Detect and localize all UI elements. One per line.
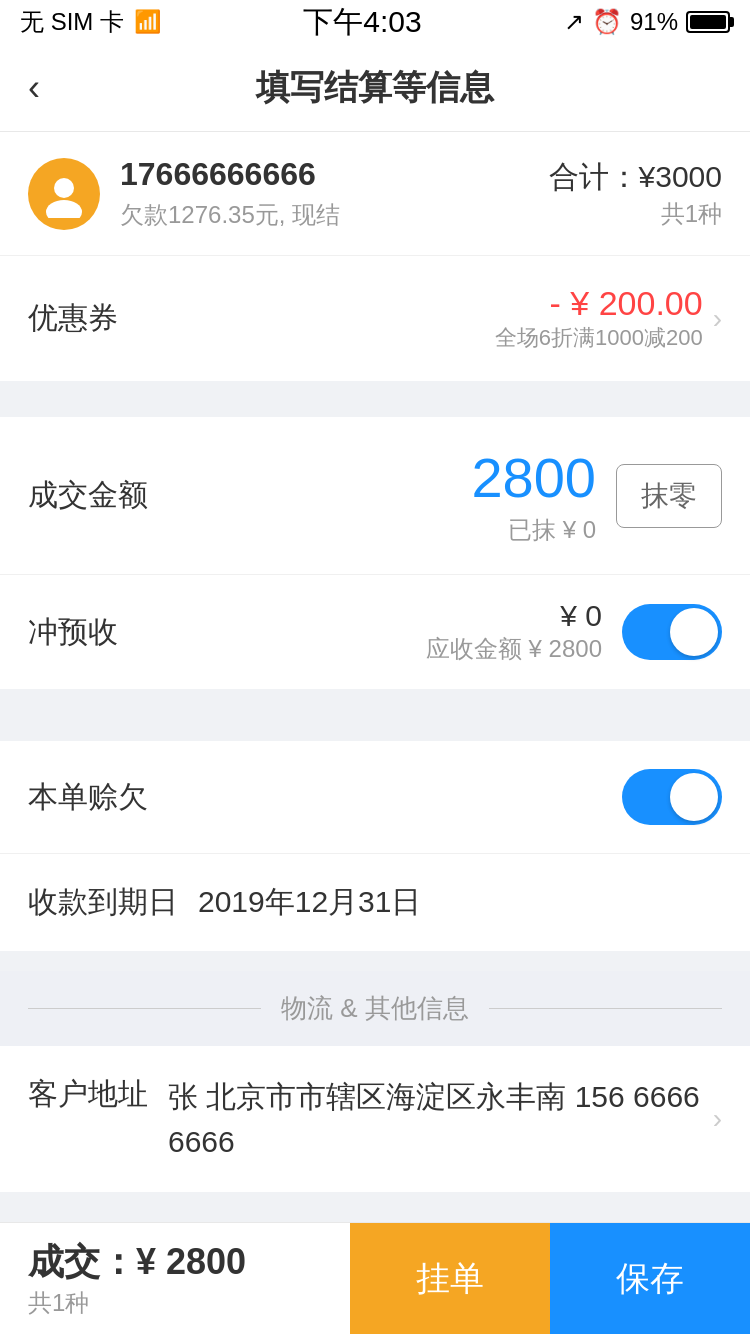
status-bar-left: 无 SIM 卡 📶 (20, 6, 161, 38)
customer-info: 17666666666 欠款1276.35元, 现结 (120, 156, 340, 231)
customer-left: 17666666666 欠款1276.35元, 现结 (28, 156, 340, 231)
hang-button[interactable]: 挂单 (350, 1223, 550, 1335)
customer-total: 合计：¥3000 共1种 (549, 157, 722, 230)
prepay-label: 冲预收 (28, 612, 118, 653)
due-date-label: 收款到期日 (28, 882, 178, 923)
coupon-desc: 全场6折满1000减200 (495, 323, 703, 353)
status-bar: 无 SIM 卡 📶 下午4:03 ↗ ⏰ 91% (0, 0, 750, 44)
footer-count: 共1种 (28, 1287, 322, 1319)
address-section[interactable]: 客户地址 张 北京市市辖区海淀区永丰南 156 6666 6666 › (0, 1046, 750, 1192)
total-value: 合计：¥3000 (549, 157, 722, 198)
divider-line-right (489, 1008, 722, 1009)
address-label: 客户地址 (28, 1074, 168, 1115)
separator-2 (0, 705, 750, 725)
footer-amount: 成交：¥ 2800 (28, 1238, 322, 1287)
due-date-value: 2019年12月31日 (198, 882, 421, 923)
separator-1 (0, 397, 750, 417)
battery-label: 91% (630, 8, 678, 36)
prepay-row: 冲预收 ¥ 0 应收金额 ¥ 2800 (0, 575, 750, 689)
customer-debt: 欠款1276.35元, 现结 (120, 199, 340, 231)
chevron-right-icon: › (713, 303, 722, 335)
footer-summary-amount: ¥ 2800 (136, 1241, 246, 1282)
address-value: 张 北京市市辖区海淀区永丰南 156 6666 6666 (168, 1074, 703, 1164)
address-right: 张 北京市市辖区海淀区永丰南 156 6666 6666 › (168, 1074, 722, 1164)
status-bar-right: ↗ ⏰ 91% (564, 8, 730, 36)
content: 17666666666 欠款1276.35元, 现结 合计：¥3000 共1种 … (0, 132, 750, 1334)
transaction-right: 2800 已抹 ¥ 0 抹零 (471, 445, 722, 546)
svg-point-0 (54, 178, 74, 198)
address-chevron-icon: › (713, 1103, 722, 1135)
footer-summary: 成交：¥ 2800 共1种 (0, 1238, 350, 1319)
debt-label: 本单赊欠 (28, 777, 148, 818)
toggle-knob (670, 608, 718, 656)
carrier-label: 无 SIM 卡 (20, 6, 124, 38)
svg-point-1 (46, 200, 82, 218)
coupon-right-col: - ¥ 200.00 全场6折满1000减200 (495, 284, 703, 353)
alarm-icon: ⏰ (592, 8, 622, 36)
battery-fill (690, 15, 726, 29)
location-icon: ↗ (564, 8, 584, 36)
footer-summary-label: 成交： (28, 1241, 136, 1282)
status-bar-time: 下午4:03 (303, 2, 421, 43)
round-off-button[interactable]: 抹零 (616, 464, 722, 528)
debt-toggle-knob (670, 773, 718, 821)
total-count: 共1种 (549, 198, 722, 230)
avatar-icon (40, 170, 88, 218)
nav-bar: ‹ 填写结算等信息 (0, 44, 750, 132)
prepay-receivable: 应收金额 ¥ 2800 (426, 633, 602, 665)
prepay-toggle[interactable] (622, 604, 722, 660)
coupon-right: - ¥ 200.00 全场6折满1000减200 › (495, 284, 722, 353)
customer-row: 17666666666 欠款1276.35元, 现结 合计：¥3000 共1种 (0, 132, 750, 255)
transaction-amount: 2800 (471, 445, 596, 510)
customer-phone: 17666666666 (120, 156, 340, 193)
debt-section: 本单赊欠 (0, 741, 750, 853)
coupon-row[interactable]: 优惠券 - ¥ 200.00 全场6折满1000减200 › (0, 255, 750, 381)
battery-icon (686, 11, 730, 33)
back-button[interactable]: ‹ (28, 67, 40, 109)
wifi-icon: 📶 (134, 9, 161, 35)
transaction-label: 成交金额 (28, 475, 148, 516)
transaction-erased: 已抹 ¥ 0 (508, 514, 596, 546)
coupon-label: 优惠券 (28, 298, 118, 339)
transaction-card: 成交金额 2800 已抹 ¥ 0 抹零 冲预收 ¥ 0 应收金额 ¥ 2800 (0, 417, 750, 689)
due-date-section: 收款到期日 2019年12月31日 (0, 853, 750, 951)
logistics-divider: 物流 & 其他信息 (0, 971, 750, 1046)
save-button[interactable]: 保存 (550, 1223, 750, 1335)
footer: 成交：¥ 2800 共1种 挂单 保存 (0, 1222, 750, 1334)
logistics-label: 物流 & 其他信息 (281, 991, 469, 1026)
divider-line-left (28, 1008, 261, 1009)
customer-card: 17666666666 欠款1276.35元, 现结 合计：¥3000 共1种 … (0, 132, 750, 381)
prepay-amount: ¥ 0 (426, 599, 602, 633)
prepay-values: ¥ 0 应收金额 ¥ 2800 (426, 599, 602, 665)
prepay-right: ¥ 0 应收金额 ¥ 2800 (426, 599, 722, 665)
amount-col: 2800 已抹 ¥ 0 (471, 445, 596, 546)
coupon-discount: - ¥ 200.00 (495, 284, 703, 323)
avatar (28, 158, 100, 230)
separator-3 (0, 951, 750, 971)
debt-toggle[interactable] (622, 769, 722, 825)
transaction-row: 成交金额 2800 已抹 ¥ 0 抹零 (0, 417, 750, 575)
page-title: 填写结算等信息 (256, 65, 494, 111)
